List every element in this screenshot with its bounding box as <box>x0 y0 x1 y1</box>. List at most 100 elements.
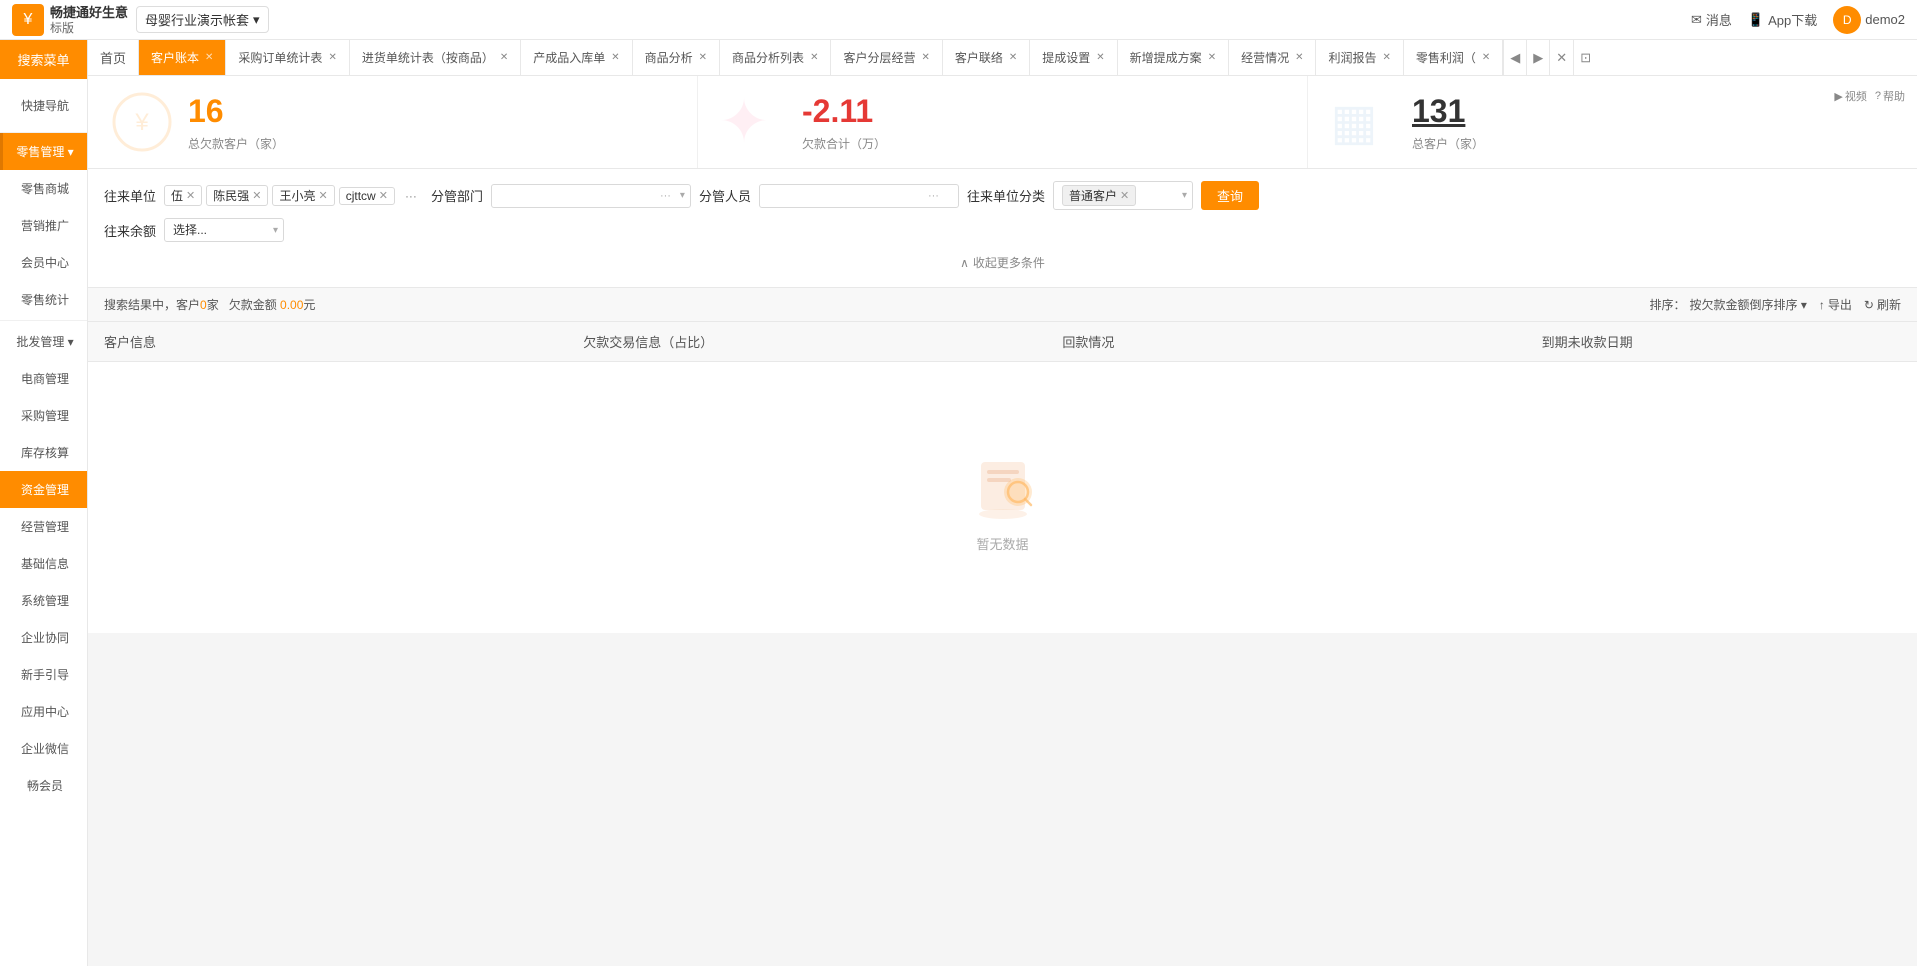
tag-close-icon[interactable]: ✕ <box>186 189 195 202</box>
sidebar-item-member[interactable]: 会员中心 <box>0 244 87 281</box>
sidebar-search[interactable]: 搜索菜单 <box>0 40 87 79</box>
app-download-button[interactable]: 📱 App下载 <box>1748 10 1817 29</box>
tab-close-icon[interactable]: ✕ <box>1383 52 1391 63</box>
table-container: 客户信息 欠款交易信息（占比） 回款情况 到期未收款日期 <box>88 322 1917 633</box>
stat-help-links: ▶ 视频 ? 帮助 <box>1834 88 1905 104</box>
account-label: 母婴行业演示帐套 <box>145 10 249 29</box>
sidebar-item-wechat[interactable]: 企业微信 <box>0 730 87 767</box>
stat-info-total: 131 总客户（家） <box>1412 92 1484 151</box>
query-button[interactable]: 查询 <box>1201 181 1259 210</box>
message-button[interactable]: ✉ 消息 <box>1691 10 1732 29</box>
sidebar-item-marketing[interactable]: 营销推广 <box>0 207 87 244</box>
sidebar-item-member2[interactable]: 畅会员 <box>0 767 87 804</box>
sidebar-item-apps[interactable]: 应用中心 <box>0 693 87 730</box>
category-tag-close[interactable]: ✕ <box>1120 189 1129 202</box>
tab-label: 采购订单统计表 <box>238 49 322 66</box>
tag-close-icon[interactable]: ✕ <box>319 189 328 202</box>
tab-nav-prev[interactable]: ◀ <box>1503 40 1526 76</box>
tab-customer-contact[interactable]: 客户联络 ✕ <box>943 40 1030 76</box>
tab-product-analysis-list[interactable]: 商品分析列表 ✕ <box>720 40 831 76</box>
sidebar-item-ecommerce[interactable]: 电商管理 <box>0 360 87 397</box>
tab-close-icon[interactable]: ✕ <box>611 52 619 63</box>
export-button[interactable]: ↑ 导出 <box>1819 296 1852 313</box>
tab-bar: 首页 客户账本 ✕ 采购订单统计表 ✕ 进货单统计表（按商品） ✕ 产成品入库单… <box>88 40 1917 76</box>
filter-balance-select[interactable]: 选择... <box>164 218 284 242</box>
sort-value[interactable]: 按欠款金额倒序排序 ▾ <box>1690 296 1807 313</box>
tab-close-all[interactable]: ✕ <box>1549 40 1573 76</box>
refresh-button[interactable]: ↻ 刷新 <box>1864 296 1901 313</box>
sidebar-item-retail-mall[interactable]: 零售商城 <box>0 170 87 207</box>
help-button[interactable]: ? 帮助 <box>1875 88 1905 104</box>
sidebar-item-newbie[interactable]: 新手引导 <box>0 656 87 693</box>
tab-nav-next[interactable]: ▶ <box>1526 40 1549 76</box>
sidebar-item-wholesale[interactable]: 批发管理 ▾ <box>0 323 87 360</box>
sidebar-item-retail[interactable]: 零售管理 ▾ <box>0 133 87 170</box>
tab-label: 零售利润（ <box>1416 49 1476 66</box>
tab-close-icon[interactable]: ✕ <box>500 52 508 63</box>
sidebar-item-operations[interactable]: 经营管理 <box>0 508 87 545</box>
sidebar-item-quick-nav[interactable]: 快捷导航 <box>0 87 87 124</box>
filter-more-button[interactable]: ··· <box>399 187 423 205</box>
sidebar-item-enterprise[interactable]: 企业协同 <box>0 619 87 656</box>
tab-close-icon[interactable]: ✕ <box>1208 52 1216 63</box>
sidebar-item-finance[interactable]: 资金管理 <box>0 471 87 508</box>
top-bar-left: ¥ 畅捷通好生意 标版 母婴行业演示帐套 ▾ <box>12 2 269 37</box>
tab-close-icon[interactable]: ✕ <box>1482 52 1490 63</box>
tab-close-icon[interactable]: ✕ <box>699 52 707 63</box>
tab-home[interactable]: 首页 <box>88 40 139 76</box>
tag-close-icon[interactable]: ✕ <box>252 189 261 202</box>
sidebar-item-purchase[interactable]: 采购管理 <box>0 397 87 434</box>
tab-business-status[interactable]: 经营情况 ✕ <box>1229 40 1316 76</box>
sidebar-item-retail-stats[interactable]: 零售统计 <box>0 281 87 318</box>
tab-customer-ledger[interactable]: 客户账本 ✕ <box>139 40 226 76</box>
tab-product-inbound[interactable]: 产成品入库单 ✕ <box>521 40 632 76</box>
tab-close-icon[interactable]: ✕ <box>205 52 213 63</box>
sidebar-item-basic-info[interactable]: 基础信息 <box>0 545 87 582</box>
user-label: demo2 <box>1865 12 1905 27</box>
empty-text: 暂无数据 <box>976 534 1028 553</box>
tab-expand[interactable]: ⊡ <box>1573 40 1597 76</box>
tab-close-icon[interactable]: ✕ <box>1295 52 1303 63</box>
tab-label: 商品分析 <box>645 49 693 66</box>
top-bar: ¥ 畅捷通好生意 标版 母婴行业演示帐套 ▾ ✉ 消息 📱 App下载 D de… <box>0 0 1917 40</box>
tab-close-icon[interactable]: ✕ <box>328 52 336 63</box>
sidebar: 搜索菜单 快捷导航 零售管理 ▾ 零售商城 营销推广 会员中心 零售统计 批发管… <box>0 40 88 966</box>
stat-label-total: 总客户（家） <box>1412 135 1484 152</box>
filter-label-balance: 往来余额 <box>104 221 156 240</box>
tab-add-commission[interactable]: 新增提成方案 ✕ <box>1118 40 1229 76</box>
tab-close-icon[interactable]: ✕ <box>1096 52 1104 63</box>
tab-purchase-order[interactable]: 采购订单统计表 ✕ <box>226 40 349 76</box>
tab-product-analysis[interactable]: 商品分析 ✕ <box>633 40 720 76</box>
collapse-button[interactable]: ∧ 收起更多条件 <box>960 250 1045 275</box>
filter-row-1: 往来单位 伍 ✕ 陈民强 ✕ 王小亮 ✕ <box>104 181 1901 210</box>
tab-profit-report[interactable]: 利润报告 ✕ <box>1316 40 1403 76</box>
account-selector[interactable]: 母婴行业演示帐套 ▾ <box>136 6 269 33</box>
tag-label: 陈民强 <box>213 187 249 204</box>
clear-dept-icon[interactable]: ··· <box>660 190 671 202</box>
stat-icon-total: ▦ <box>1324 92 1384 152</box>
sort-select-wrap: 排序： 按欠款金额倒序排序 ▾ <box>1650 296 1807 313</box>
filter-balance-wrap: 选择... ▾ <box>164 218 284 242</box>
sidebar-item-system[interactable]: 系统管理 <box>0 582 87 619</box>
stat-block-total: ▦ 131 总客户（家） ▶ 视频 ? 帮助 <box>1308 76 1917 168</box>
tab-inbound-stats[interactable]: 进货单统计表（按商品） ✕ <box>350 40 521 76</box>
sidebar-item-inventory[interactable]: 库存核算 <box>0 434 87 471</box>
export-icon: ↑ <box>1819 298 1825 312</box>
tab-close-icon[interactable]: ✕ <box>810 52 818 63</box>
tab-label: 利润报告 <box>1328 49 1376 66</box>
result-amount: 0.00 <box>280 298 303 312</box>
clear-person-icon[interactable]: ··· <box>928 190 939 202</box>
user-menu[interactable]: D demo2 <box>1833 6 1905 34</box>
tab-close-icon[interactable]: ✕ <box>921 52 929 63</box>
tab-label: 进货单统计表（按商品） <box>362 49 494 66</box>
tab-commission-setting[interactable]: 提成设置 ✕ <box>1030 40 1117 76</box>
tab-customer-layer[interactable]: 客户分层经营 ✕ <box>831 40 942 76</box>
video-help-button[interactable]: ▶ 视频 <box>1834 88 1866 104</box>
collapse-label: 收起更多条件 <box>973 254 1045 271</box>
tab-retail-profit[interactable]: 零售利润（ ✕ <box>1404 40 1503 76</box>
filter-category-select[interactable]: 普通客户 ✕ <box>1053 181 1193 210</box>
filter-label-unit: 往来单位 <box>104 186 156 205</box>
tab-close-icon[interactable]: ✕ <box>1009 52 1017 63</box>
category-tag: 普通客户 ✕ <box>1062 185 1136 206</box>
tag-close-icon[interactable]: ✕ <box>379 189 388 202</box>
